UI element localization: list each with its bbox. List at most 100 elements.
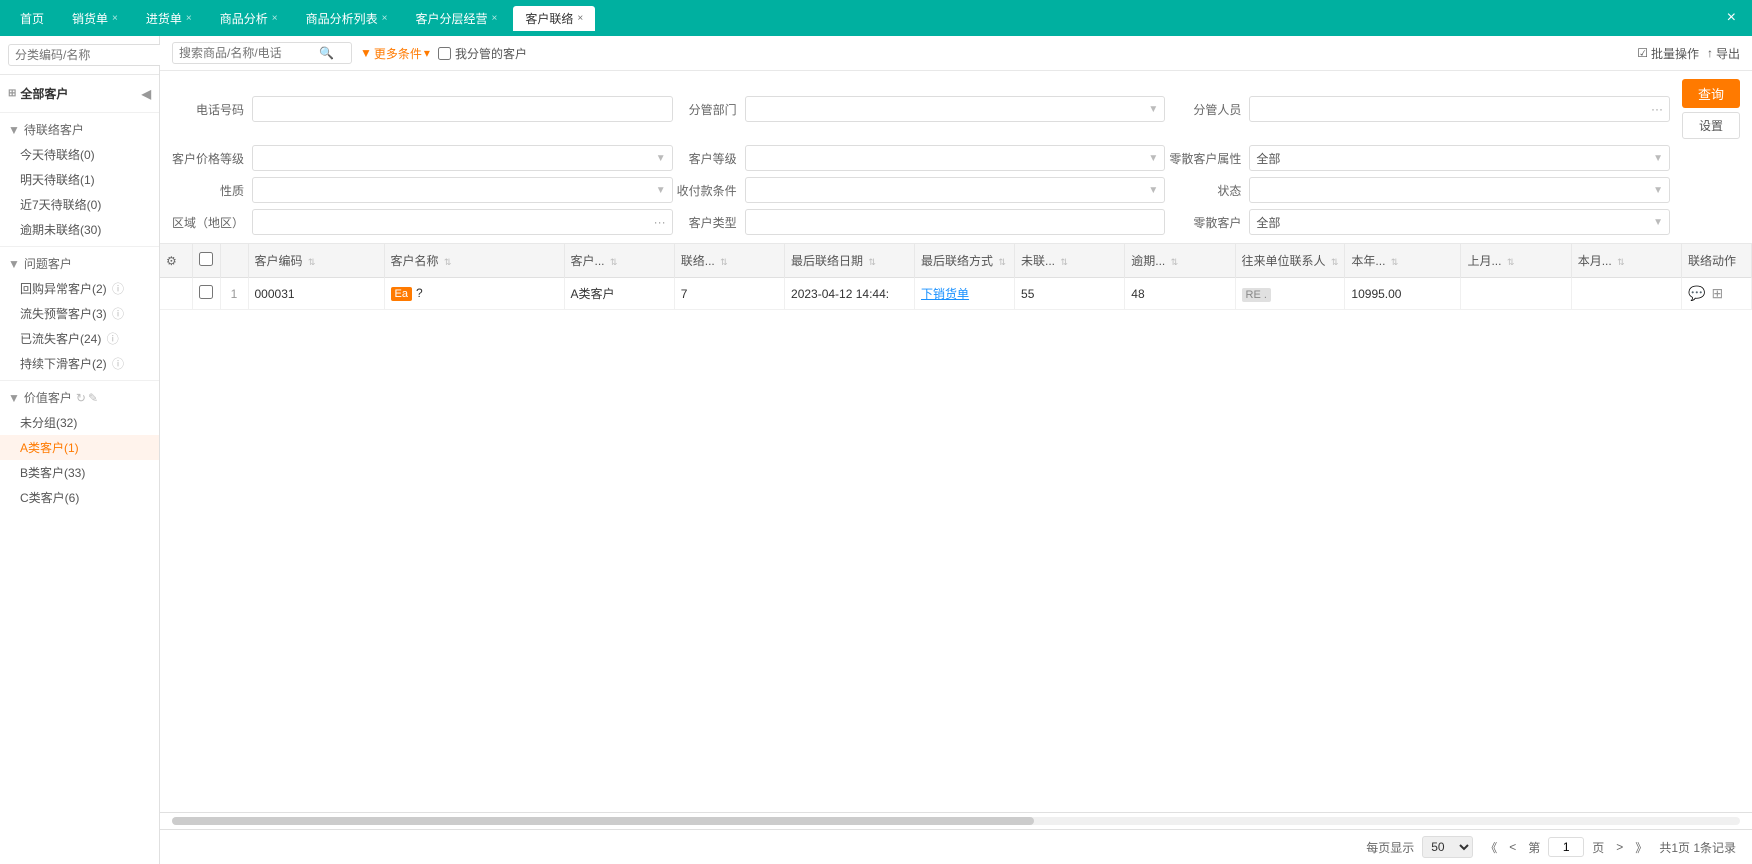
prev-prev-btn[interactable]: 《: [1481, 837, 1501, 858]
sidebar-item-repurchase-anomaly[interactable]: 回购异常客户(2) ⓘ: [0, 276, 159, 301]
window-close[interactable]: ×: [1719, 5, 1744, 30]
more-icon2[interactable]: ···: [654, 215, 666, 229]
grid-action-icon[interactable]: ⊞: [1711, 285, 1723, 302]
chat-action-icon[interactable]: 💬: [1688, 285, 1705, 302]
contact-method-link[interactable]: 下销货单: [921, 287, 969, 301]
af-label-status: 状态: [1169, 182, 1245, 199]
batch-ops-btn[interactable]: ☑ 批量操作: [1637, 45, 1699, 62]
nav-purchase-close[interactable]: ×: [186, 13, 192, 24]
nav-goods-analysis-list[interactable]: 商品分析列表 ×: [294, 6, 400, 31]
scrollbar-track[interactable]: [172, 817, 1740, 825]
af-input-customer-level[interactable]: ▼: [745, 145, 1166, 171]
af-input-nature[interactable]: ▼: [252, 177, 673, 203]
page-input[interactable]: [1548, 837, 1584, 857]
prev-btn[interactable]: <: [1505, 838, 1520, 856]
sort-icon12[interactable]: ⇅: [1617, 257, 1625, 267]
gear-icon[interactable]: ⚙: [166, 254, 177, 268]
export-btn[interactable]: ↑ 导出: [1707, 45, 1740, 62]
af-label-region: 区域（地区）: [172, 214, 248, 231]
sort-icon8[interactable]: ⇅: [1171, 257, 1179, 267]
sort-icon2[interactable]: ⇅: [444, 257, 452, 267]
sidebar-collapse-icon[interactable]: ◀: [142, 87, 151, 101]
my-customers-check[interactable]: [438, 47, 451, 60]
my-customers-checkbox[interactable]: 我分管的客户: [438, 45, 527, 62]
sidebar-item-tomorrow[interactable]: 明天待联络(1): [0, 167, 159, 192]
af-input-retail-attr[interactable]: 全部 ▼: [1249, 145, 1670, 171]
nav-sales-close[interactable]: ×: [112, 13, 118, 24]
th-gear[interactable]: ⚙: [160, 244, 192, 278]
nav-goods-analysis-list-close[interactable]: ×: [382, 13, 388, 24]
nav-home[interactable]: 首页: [8, 6, 56, 31]
td-customer-type: A类客户: [564, 278, 674, 310]
sidebar-search-input[interactable]: [8, 44, 177, 66]
sort-icon5[interactable]: ⇅: [868, 257, 876, 267]
per-page-select[interactable]: 50 100 200: [1422, 836, 1473, 858]
arrow-down-icon2: ▼: [8, 257, 20, 271]
th-last-contact-method: 最后联络方式 ⇅: [915, 244, 1015, 278]
main-layout: 🔍 ⊞ 全部客户 ◀ ▼ 待联络客户 今天待联络(0) 明天待联络(1) 近7天…: [0, 36, 1752, 864]
sidebar-item-7days[interactable]: 近7天待联络(0): [0, 192, 159, 217]
next-btn[interactable]: >: [1612, 838, 1627, 856]
td-index: 1: [220, 278, 248, 310]
pagination: 每页显示 50 100 200 《 < 第 页 > 》 共1页 1条记录: [160, 829, 1752, 864]
query-button[interactable]: 查询: [1682, 79, 1740, 108]
sidebar-item-class-c[interactable]: C类客户(6): [0, 485, 159, 510]
sidebar-item-declining[interactable]: 持续下滑客户(2) ⓘ: [0, 351, 159, 376]
sidebar-item-overdue[interactable]: 逾期未联络(30): [0, 217, 159, 242]
sidebar-section-problems[interactable]: ▼ 问题客户: [0, 251, 159, 276]
td-last-month: [1461, 278, 1571, 310]
sidebar-section-pending[interactable]: ▼ 待联络客户: [0, 117, 159, 142]
af-input-status[interactable]: ▼: [1249, 177, 1670, 203]
set-button[interactable]: 设置: [1682, 112, 1740, 139]
nav-purchase[interactable]: 进货单 ×: [134, 6, 204, 31]
sort-icon4[interactable]: ⇅: [720, 257, 728, 267]
sidebar-section-value[interactable]: ▼ 价值客户 ↻ ✎: [0, 385, 159, 410]
sidebar-item-class-b[interactable]: B类客户(33): [0, 460, 159, 485]
af-input-customer-type[interactable]: [745, 209, 1166, 235]
table-area: ⚙ 客户编码 ⇅ 客户名称 ⇅: [160, 244, 1752, 812]
filter-search-input[interactable]: [179, 46, 319, 60]
af-label-phone: 电话号码: [172, 101, 248, 118]
sort-icon9[interactable]: ⇅: [1331, 257, 1339, 267]
sort-icon[interactable]: ⇅: [308, 257, 316, 267]
next-next-btn[interactable]: 》: [1631, 837, 1651, 858]
scrollbar-thumb[interactable]: [172, 817, 1034, 825]
more-icon[interactable]: ···: [1651, 102, 1663, 116]
sort-icon6[interactable]: ⇅: [998, 257, 1006, 267]
th-name: 客户名称 ⇅: [384, 244, 564, 278]
sidebar-all-customers[interactable]: ⊞ 全部客户 ◀: [0, 79, 159, 108]
af-input-price-level[interactable]: ▼: [252, 145, 673, 171]
nav-sales[interactable]: 销货单 ×: [60, 6, 130, 31]
nav-customer-contact-close[interactable]: ×: [577, 13, 583, 24]
filter-bar: 🔍 ▼ 更多条件 ▾ 我分管的客户 ☑ 批量操作 ↑ 导出: [160, 36, 1752, 71]
sidebar-item-class-a[interactable]: A类客户(1): [0, 435, 159, 460]
sort-icon3[interactable]: ⇅: [610, 257, 618, 267]
sidebar-item-ungroup[interactable]: 未分组(32): [0, 410, 159, 435]
af-input-manager[interactable]: ···: [1249, 96, 1670, 122]
sort-icon10[interactable]: ⇅: [1391, 257, 1399, 267]
sort-icon11[interactable]: ⇅: [1507, 257, 1515, 267]
info-icon4: ⓘ: [112, 357, 124, 371]
sidebar-item-churn-warning[interactable]: 流失预警客户(3) ⓘ: [0, 301, 159, 326]
sidebar-item-today[interactable]: 今天待联络(0): [0, 142, 159, 167]
edit-icon[interactable]: ✎: [88, 391, 98, 405]
select-all-checkbox[interactable]: [199, 252, 213, 266]
af-input-payment[interactable]: ▼: [745, 177, 1166, 203]
af-input-retail[interactable]: 全部 ▼: [1249, 209, 1670, 235]
nav-customer-contact[interactable]: 客户联络 ×: [513, 6, 595, 31]
filter-search-icon[interactable]: 🔍: [319, 46, 334, 60]
refresh-icon[interactable]: ↻: [76, 391, 86, 405]
row-checkbox[interactable]: [199, 285, 213, 299]
nav-goods-analysis-close[interactable]: ×: [272, 13, 278, 24]
more-filters-btn[interactable]: ▼ 更多条件 ▾: [360, 45, 430, 62]
af-input-dept[interactable]: ▼: [745, 96, 1166, 122]
sort-icon7[interactable]: ⇅: [1060, 257, 1068, 267]
af-input-phone[interactable]: [252, 96, 673, 122]
sidebar-item-churned[interactable]: 已流失客户(24) ⓘ: [0, 326, 159, 351]
nav-customer-tier-close[interactable]: ×: [491, 13, 497, 24]
page-suffix: 页: [1588, 837, 1608, 858]
nav-goods-analysis[interactable]: 商品分析 ×: [208, 6, 290, 31]
nav-customer-tier[interactable]: 客户分层经营 ×: [403, 6, 509, 31]
af-input-region[interactable]: ···: [252, 209, 673, 235]
filter-right-actions: ☑ 批量操作 ↑ 导出: [1637, 45, 1740, 62]
